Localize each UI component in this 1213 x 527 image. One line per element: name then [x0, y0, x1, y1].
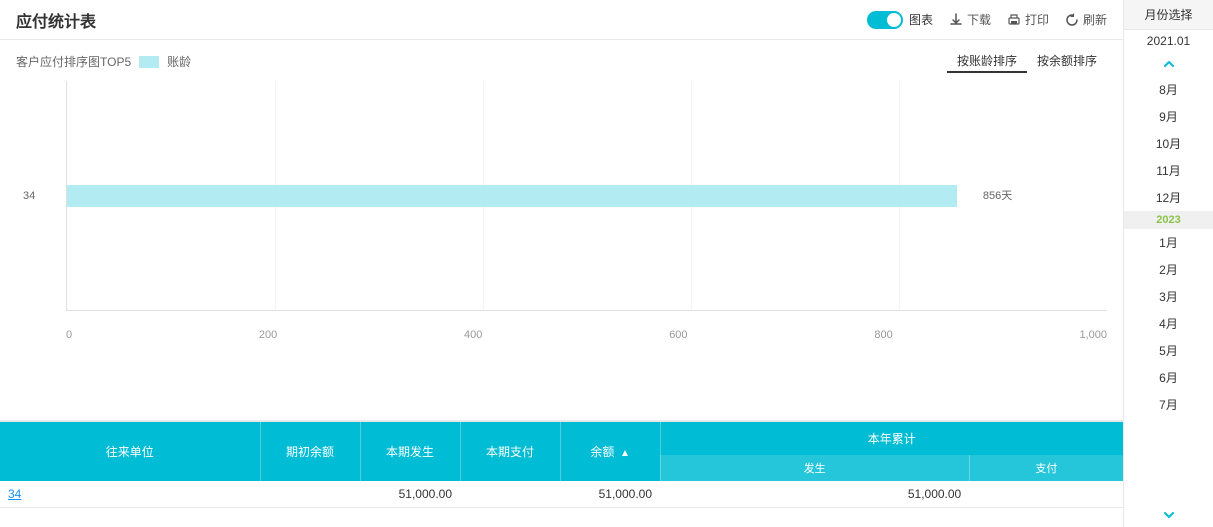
cell-opening	[260, 481, 360, 508]
chevron-up-icon	[1161, 56, 1177, 72]
header-actions: 图表 下载 打印	[867, 11, 1107, 29]
sidebar-header: 月份选择	[1124, 0, 1213, 30]
print-label: 打印	[1025, 11, 1049, 28]
sort-by-age-button[interactable]: 按账龄排序	[947, 50, 1027, 73]
refresh-button[interactable]: 刷新	[1065, 11, 1107, 28]
download-label: 下载	[967, 11, 991, 28]
col-ytd-occur: 发生	[660, 455, 969, 481]
scroll-up-button[interactable]	[1124, 52, 1213, 76]
sidebar-month-list[interactable]: 8月 9月 10月 11月 12月 2023 1月 2月 3月 4月 5月 6月…	[1124, 76, 1213, 503]
sidebar-item-11[interactable]: 11月	[1124, 157, 1213, 184]
sort-by-balance-button[interactable]: 按余额排序	[1027, 50, 1107, 73]
col-current-pay: 本期支付	[460, 422, 560, 481]
page-title: 应付统计表	[16, 8, 96, 32]
table-row: 34 51,000.00 51,000.00 51,000.00	[0, 481, 1123, 508]
app-container: 应付统计表 图表 下载	[0, 0, 1213, 527]
chevron-down-icon	[1161, 507, 1177, 523]
table-header-row: 往来单位 期初余额 本期发生 本期支付 余额 本年累计	[0, 422, 1123, 455]
x-label-600: 600	[669, 329, 687, 341]
sidebar-item-5[interactable]: 5月	[1124, 337, 1213, 364]
table-wrap[interactable]: 往来单位 期初余额 本期发生 本期支付 余额 本年累计	[0, 422, 1123, 527]
sidebar-item-12[interactable]: 12月	[1124, 184, 1213, 211]
y-axis-label: 34	[23, 190, 35, 202]
sidebar-item-1[interactable]: 1月	[1124, 229, 1213, 256]
header: 应付统计表 图表 下载	[0, 0, 1123, 40]
legend-text: 客户应付排序图TOP5	[16, 53, 131, 70]
sidebar-item-9[interactable]: 9月	[1124, 103, 1213, 130]
col-ytd-pay: 支付	[969, 455, 1123, 481]
cell-ytd-occur: 51,000.00	[660, 481, 969, 508]
toggle-label: 图表	[909, 11, 933, 28]
sidebar-year-2023[interactable]: 2023	[1124, 211, 1213, 229]
chart-toggle-wrap[interactable]: 图表	[867, 11, 933, 29]
scroll-down-button[interactable]	[1124, 503, 1213, 527]
print-icon	[1007, 13, 1021, 27]
main-content: 应付统计表 图表 下载	[0, 0, 1123, 527]
cell-current-pay	[460, 481, 560, 508]
col-opening: 期初余额	[260, 422, 360, 481]
chart-grid: 856天 34	[66, 81, 1107, 311]
download-button[interactable]: 下载	[949, 11, 991, 28]
chart-area: 客户应付排序图TOP5 账龄 按账龄排序 按余额排序	[0, 40, 1123, 420]
bar-row: 856天	[67, 185, 1107, 207]
refresh-icon	[1065, 13, 1079, 27]
sort-icon	[620, 448, 630, 458]
sidebar-item-10[interactable]: 10月	[1124, 130, 1213, 157]
col-vendor: 往来单位	[0, 422, 260, 481]
bar-chart: 856天 34 0 200 400 600 800 1,000	[16, 81, 1107, 341]
legend-box-label: 账龄	[167, 53, 191, 70]
cell-current-occur: 51,000.00	[360, 481, 460, 508]
x-label-1000: 1,000	[1079, 329, 1107, 341]
sidebar-item-7[interactable]: 7月	[1124, 391, 1213, 418]
cell-balance: 51,000.00	[560, 481, 660, 508]
legend-box	[139, 56, 159, 68]
col-ytd: 本年累计	[660, 422, 1123, 455]
col-balance: 余额	[560, 422, 660, 481]
table-area: 往来单位 期初余额 本期发生 本期支付 余额 本年累计	[0, 420, 1123, 527]
sidebar-item-2[interactable]: 2月	[1124, 256, 1213, 283]
chart-header: 客户应付排序图TOP5 账龄 按账龄排序 按余额排序	[16, 50, 1107, 73]
chart-toggle[interactable]	[867, 11, 903, 29]
x-label-400: 400	[464, 329, 482, 341]
cell-ytd-pay	[969, 481, 1123, 508]
bar-end-label: 856天	[983, 187, 1012, 203]
col-current-occur: 本期发生	[360, 422, 460, 481]
chart-legend: 客户应付排序图TOP5 账龄	[16, 53, 191, 70]
x-label-800: 800	[874, 329, 892, 341]
cell-vendor[interactable]: 34	[0, 481, 260, 508]
bar-fill: 856天	[67, 185, 957, 207]
print-button[interactable]: 打印	[1007, 11, 1049, 28]
x-label-200: 200	[259, 329, 277, 341]
chart-sort-buttons: 按账龄排序 按余额排序	[947, 50, 1107, 73]
sidebar-item-6[interactable]: 6月	[1124, 364, 1213, 391]
year-input[interactable]	[1124, 30, 1213, 52]
download-icon	[949, 13, 963, 27]
x-axis: 0 200 400 600 800 1,000	[66, 329, 1107, 341]
sidebar-item-3[interactable]: 3月	[1124, 283, 1213, 310]
sidebar: 月份选择 8月 9月 10月 11月 12月 2023 1月 2月 3月 4月 …	[1123, 0, 1213, 527]
x-label-0: 0	[66, 329, 72, 341]
data-table: 往来单位 期初余额 本期发生 本期支付 余额 本年累计	[0, 422, 1123, 508]
sidebar-item-8[interactable]: 8月	[1124, 76, 1213, 103]
refresh-label: 刷新	[1083, 11, 1107, 28]
table-body: 34 51,000.00 51,000.00 51,000.00	[0, 481, 1123, 508]
sidebar-item-4[interactable]: 4月	[1124, 310, 1213, 337]
